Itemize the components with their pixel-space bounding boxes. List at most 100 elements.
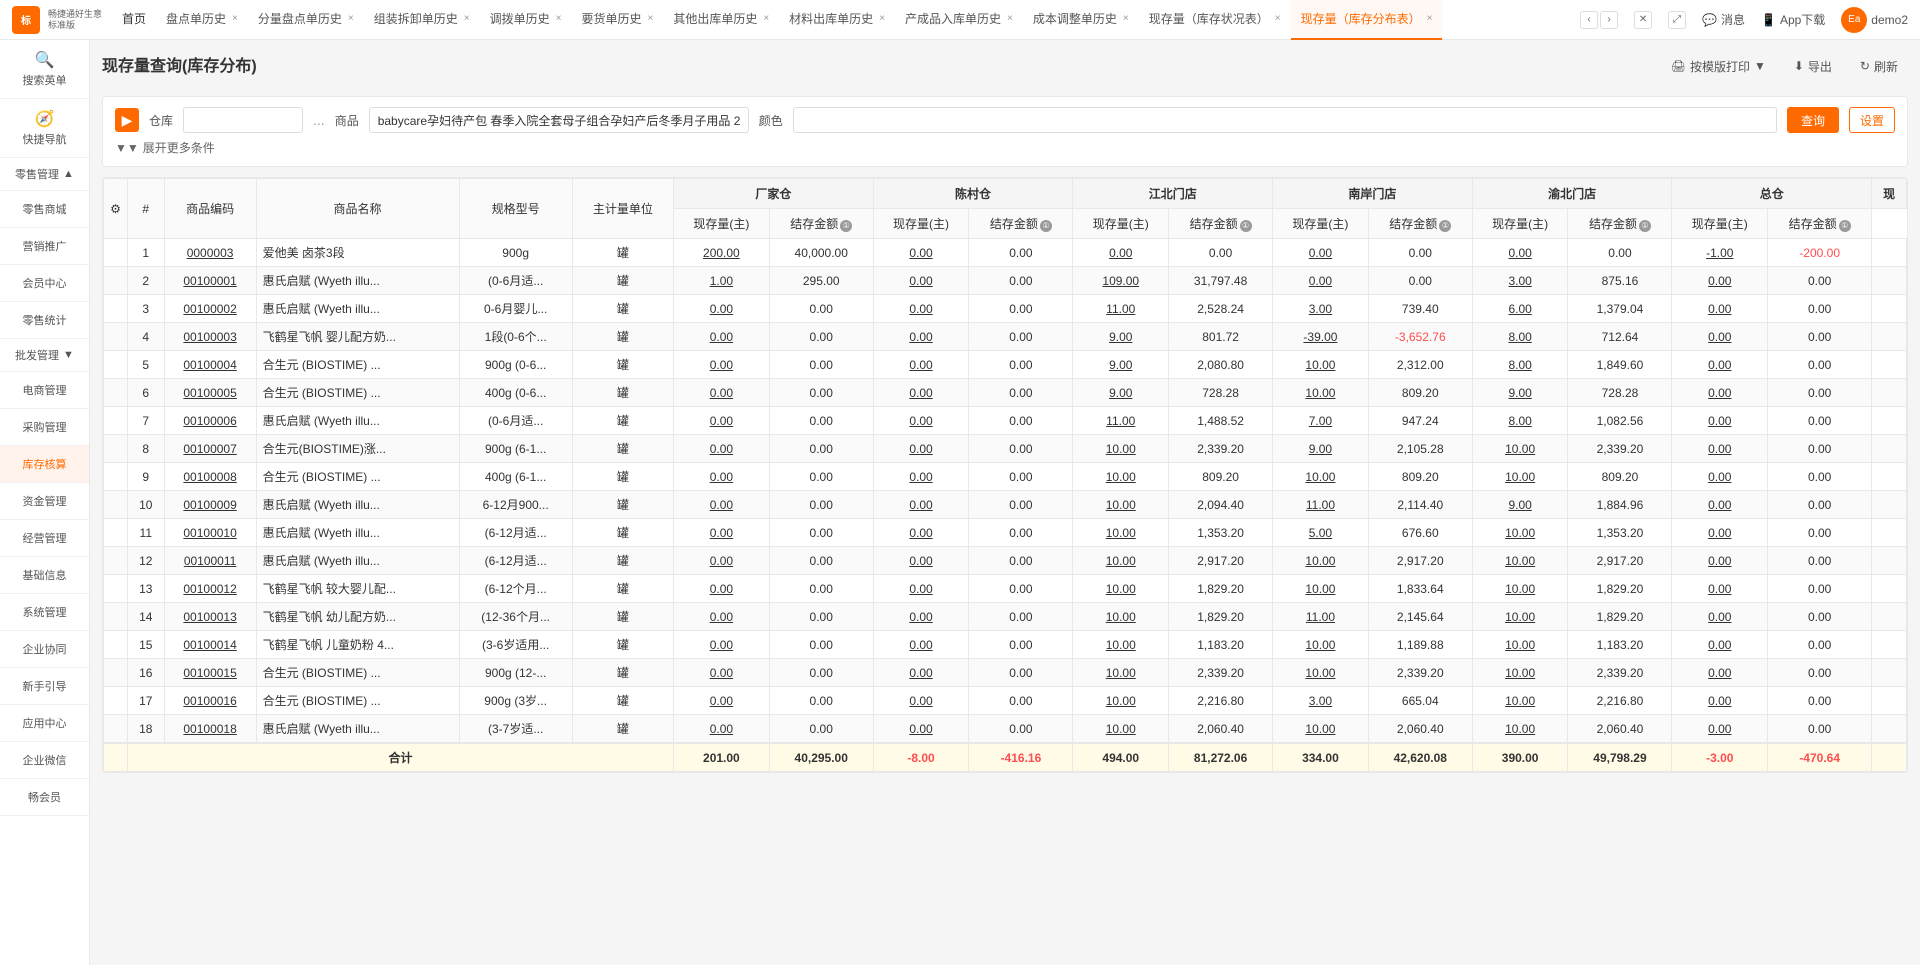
row-settings[interactable] xyxy=(104,323,128,351)
row-na-qty[interactable]: 10.00 xyxy=(1273,379,1369,407)
row-zc-qty[interactable]: 0.00 xyxy=(1672,491,1768,519)
row-na-qty[interactable]: 11.00 xyxy=(1273,603,1369,631)
row-jb-qty[interactable]: 10.00 xyxy=(1073,659,1169,687)
row-na-qty[interactable]: 10.00 xyxy=(1273,575,1369,603)
row-settings[interactable] xyxy=(104,659,128,687)
sidebar-item-basic-info[interactable]: 基础信息 xyxy=(0,557,89,594)
row-code[interactable]: 00100014 xyxy=(164,631,256,659)
row-yb-qty[interactable]: 10.00 xyxy=(1472,547,1568,575)
row-settings[interactable] xyxy=(104,603,128,631)
factory-amt-info[interactable]: ① xyxy=(840,220,852,232)
query-button[interactable]: 查询 xyxy=(1787,107,1839,133)
row-yb-qty[interactable]: 0.00 xyxy=(1472,239,1568,267)
sidebar-item-wholesale-mgmt[interactable]: 批发管理 ▼ xyxy=(0,339,89,372)
user-menu[interactable]: Ea demo2 xyxy=(1841,7,1908,33)
row-na-qty[interactable]: 10.00 xyxy=(1273,631,1369,659)
row-yb-qty[interactable]: 3.00 xyxy=(1472,267,1568,295)
row-chen-qty[interactable]: 0.00 xyxy=(873,491,969,519)
row-code[interactable]: 00100013 xyxy=(164,603,256,631)
row-na-qty[interactable]: 10.00 xyxy=(1273,547,1369,575)
tab-request-history[interactable]: 要货单历史 × xyxy=(571,0,663,40)
row-factory-qty[interactable]: 200.00 xyxy=(674,239,770,267)
row-chen-qty[interactable]: 0.00 xyxy=(873,379,969,407)
sidebar-item-app-center[interactable]: 应用中心 xyxy=(0,705,89,742)
row-factory-qty[interactable]: 0.00 xyxy=(674,323,770,351)
row-chen-qty[interactable]: 0.00 xyxy=(873,687,969,715)
row-yb-qty[interactable]: 10.00 xyxy=(1472,631,1568,659)
row-chen-qty[interactable]: 0.00 xyxy=(873,295,969,323)
row-jb-qty[interactable]: 11.00 xyxy=(1073,407,1169,435)
row-code[interactable]: 00100003 xyxy=(164,323,256,351)
row-zc-qty[interactable]: -1.00 xyxy=(1672,239,1768,267)
row-na-qty[interactable]: 7.00 xyxy=(1273,407,1369,435)
row-jb-qty[interactable]: 10.00 xyxy=(1073,715,1169,744)
app-download-btn[interactable]: 📱 App下载 xyxy=(1761,11,1825,28)
row-chen-qty[interactable]: 0.00 xyxy=(873,547,969,575)
row-settings[interactable] xyxy=(104,687,128,715)
tab-transfer-history[interactable]: 调拨单历史 × xyxy=(480,0,572,40)
table-settings-col[interactable]: ⚙ xyxy=(104,179,128,239)
row-factory-qty[interactable]: 1.00 xyxy=(674,267,770,295)
row-zc-qty[interactable]: 0.00 xyxy=(1672,575,1768,603)
row-yb-qty[interactable]: 8.00 xyxy=(1472,323,1568,351)
row-settings[interactable] xyxy=(104,463,128,491)
row-settings[interactable] xyxy=(104,491,128,519)
row-yb-qty[interactable]: 9.00 xyxy=(1472,379,1568,407)
row-chen-qty[interactable]: 0.00 xyxy=(873,463,969,491)
row-code[interactable]: 00100001 xyxy=(164,267,256,295)
row-jb-qty[interactable]: 9.00 xyxy=(1073,351,1169,379)
sidebar-item-retail-stats[interactable]: 零售统计 xyxy=(0,302,89,339)
row-chen-qty[interactable]: 0.00 xyxy=(873,519,969,547)
row-chen-qty[interactable]: 0.00 xyxy=(873,435,969,463)
tab-other-out-history[interactable]: 其他出库单历史 × xyxy=(663,0,779,40)
row-chen-qty[interactable]: 0.00 xyxy=(873,603,969,631)
row-settings[interactable] xyxy=(104,631,128,659)
row-na-qty[interactable]: 5.00 xyxy=(1273,519,1369,547)
row-na-qty[interactable]: 9.00 xyxy=(1273,435,1369,463)
row-jb-qty[interactable]: 10.00 xyxy=(1073,575,1169,603)
row-zc-qty[interactable]: 0.00 xyxy=(1672,323,1768,351)
sidebar-item-wechat[interactable]: 企业微信 xyxy=(0,742,89,779)
row-code[interactable]: 00100002 xyxy=(164,295,256,323)
row-jb-qty[interactable]: 10.00 xyxy=(1073,463,1169,491)
row-zc-qty[interactable]: 0.00 xyxy=(1672,267,1768,295)
row-na-qty[interactable]: 11.00 xyxy=(1273,491,1369,519)
row-yb-qty[interactable]: 10.00 xyxy=(1472,435,1568,463)
sidebar-item-guide[interactable]: 新手引导 xyxy=(0,668,89,705)
row-jb-qty[interactable]: 0.00 xyxy=(1073,239,1169,267)
row-yb-qty[interactable]: 6.00 xyxy=(1472,295,1568,323)
row-settings[interactable] xyxy=(104,295,128,323)
row-chen-qty[interactable]: 0.00 xyxy=(873,659,969,687)
row-yb-qty[interactable]: 10.00 xyxy=(1472,463,1568,491)
row-code[interactable]: 00100016 xyxy=(164,687,256,715)
row-code[interactable]: 00100006 xyxy=(164,407,256,435)
row-zc-qty[interactable]: 0.00 xyxy=(1672,687,1768,715)
row-settings[interactable] xyxy=(104,239,128,267)
row-na-qty[interactable]: 10.00 xyxy=(1273,463,1369,491)
row-factory-qty[interactable]: 0.00 xyxy=(674,715,770,744)
nav-prev-btn[interactable]: ‹ xyxy=(1580,11,1598,29)
row-na-qty[interactable]: 0.00 xyxy=(1273,239,1369,267)
row-code[interactable]: 00100010 xyxy=(164,519,256,547)
row-yb-qty[interactable]: 10.00 xyxy=(1472,659,1568,687)
sidebar-item-retail-shop[interactable]: 零售商城 xyxy=(0,191,89,228)
row-yb-qty[interactable]: 10.00 xyxy=(1472,603,1568,631)
row-chen-qty[interactable]: 0.00 xyxy=(873,323,969,351)
row-chen-qty[interactable]: 0.00 xyxy=(873,715,969,744)
row-jb-qty[interactable]: 10.00 xyxy=(1073,491,1169,519)
row-zc-qty[interactable]: 0.00 xyxy=(1672,519,1768,547)
sidebar-nav[interactable]: 🧭 快捷导航 xyxy=(0,99,89,158)
row-zc-qty[interactable]: 0.00 xyxy=(1672,603,1768,631)
row-factory-qty[interactable]: 0.00 xyxy=(674,351,770,379)
sidebar-item-finance[interactable]: 资金管理 xyxy=(0,483,89,520)
row-factory-qty[interactable]: 0.00 xyxy=(674,407,770,435)
tab-material-out-history[interactable]: 材料出库单历史 × xyxy=(779,0,895,40)
sidebar-item-operations[interactable]: 经营管理 xyxy=(0,520,89,557)
row-code[interactable]: 00100018 xyxy=(164,715,256,744)
row-chen-qty[interactable]: 0.00 xyxy=(873,407,969,435)
row-jb-qty[interactable]: 10.00 xyxy=(1073,631,1169,659)
fullscreen-btn[interactable]: ⤢ xyxy=(1668,11,1686,29)
sidebar-item-member-center[interactable]: 会员中心 xyxy=(0,265,89,302)
row-zc-qty[interactable]: 0.00 xyxy=(1672,379,1768,407)
row-na-qty[interactable]: 3.00 xyxy=(1273,295,1369,323)
